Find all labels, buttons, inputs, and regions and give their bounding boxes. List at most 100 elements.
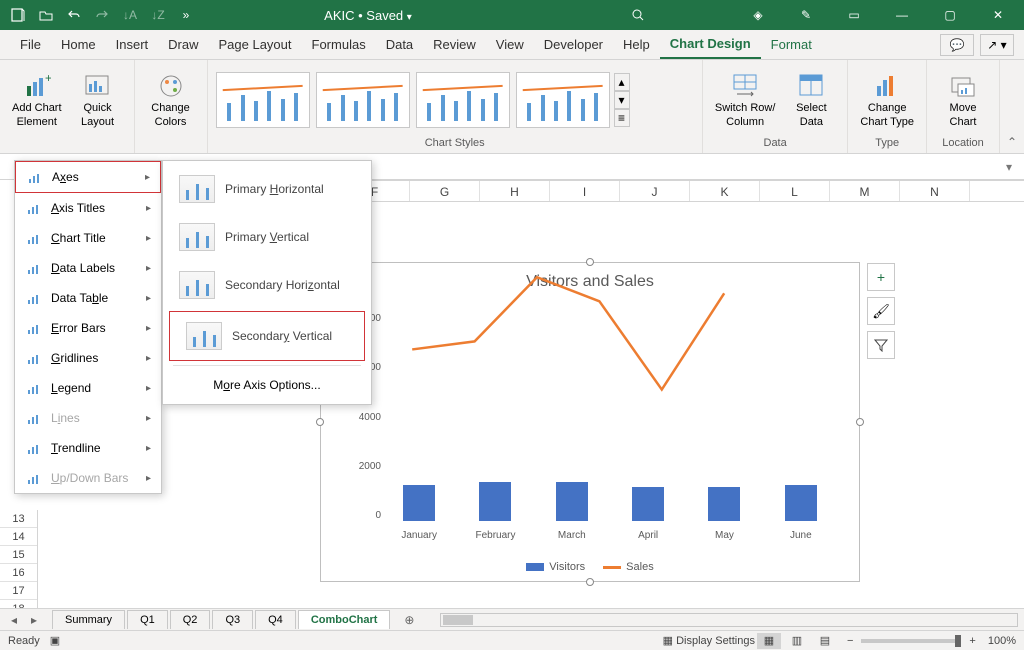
style-gallery-spinner[interactable]: ▴ ▾ ≡ — [614, 73, 630, 127]
switch-row-column-button[interactable]: Switch Row/ Column — [711, 68, 780, 130]
row-header-17[interactable]: 17 — [0, 582, 37, 600]
sheet-tab-q1[interactable]: Q1 — [127, 610, 168, 629]
quick-layout-button[interactable]: Quick Layout — [70, 68, 126, 130]
sheet-tab-combochart[interactable]: ComboChart — [298, 610, 391, 629]
row-header-15[interactable]: 15 — [0, 546, 37, 564]
redo-icon[interactable] — [90, 3, 114, 27]
menu-item-error-bars[interactable]: Error Bars▸ — [15, 313, 161, 343]
zoom-slider[interactable] — [861, 639, 961, 643]
chart-style-3[interactable] — [416, 72, 510, 128]
row-header-16[interactable]: 16 — [0, 564, 37, 582]
chart-styles-button[interactable]: 🖌 — [867, 297, 895, 325]
bar[interactable] — [556, 482, 588, 521]
formula-bar-expand-icon[interactable]: ▾ — [1002, 160, 1016, 174]
menu-item-legend[interactable]: Legend▸ — [15, 373, 161, 403]
sheet-nav-next-icon[interactable]: ▸ — [26, 612, 42, 628]
chart-elements-button[interactable]: + — [867, 263, 895, 291]
draw-mode-icon[interactable]: ✎ — [786, 3, 826, 27]
add-chart-element-button[interactable]: + Add Chart Element — [8, 68, 66, 130]
qat-overflow-icon[interactable]: » — [174, 3, 198, 27]
sheet-tab-q3[interactable]: Q3 — [212, 610, 253, 629]
menu-item-trendline[interactable]: Trendline▸ — [15, 433, 161, 463]
normal-view-button[interactable]: ▦ — [757, 633, 781, 649]
zoom-in-button[interactable]: + — [969, 635, 975, 647]
zoom-out-button[interactable]: − — [847, 635, 853, 647]
tab-insert[interactable]: Insert — [106, 31, 159, 58]
bar[interactable] — [403, 485, 435, 521]
new-sheet-button[interactable]: ⊕ — [398, 609, 420, 631]
premium-icon[interactable]: ◈ — [738, 3, 778, 27]
sheet-tab-summary[interactable]: Summary — [52, 610, 125, 629]
col-header-N[interactable]: N — [900, 181, 970, 201]
gallery-more-icon[interactable]: ≡ — [614, 109, 630, 127]
row-header-18[interactable]: 18 — [0, 600, 37, 608]
sort-desc-icon[interactable]: ↓Z — [146, 3, 170, 27]
tab-draw[interactable]: Draw — [158, 31, 208, 58]
zoom-level[interactable]: 100% — [988, 635, 1016, 647]
minimize-button[interactable]: — — [882, 3, 922, 27]
bar[interactable] — [479, 482, 511, 521]
tab-formulas[interactable]: Formulas — [302, 31, 376, 58]
change-chart-type-button[interactable]: Change Chart Type — [856, 68, 918, 130]
chart-style-2[interactable] — [316, 72, 410, 128]
chart-filters-button[interactable] — [867, 331, 895, 359]
menu-item-axis-titles[interactable]: Axis Titles▸ — [15, 193, 161, 223]
change-colors-button[interactable]: Change Colors — [143, 68, 199, 130]
gallery-up-icon[interactable]: ▴ — [614, 73, 630, 91]
chart-legend[interactable]: Visitors Sales — [321, 561, 859, 573]
bar[interactable] — [708, 487, 740, 521]
col-header-L[interactable]: L — [760, 181, 830, 201]
open-icon[interactable] — [34, 3, 58, 27]
col-header-G[interactable]: G — [410, 181, 480, 201]
maximize-button[interactable]: ▢ — [930, 3, 970, 27]
bar[interactable] — [632, 487, 664, 521]
horizontal-scrollbar[interactable] — [440, 613, 1018, 627]
sheet-tab-q4[interactable]: Q4 — [255, 610, 296, 629]
chart-style-gallery[interactable] — [216, 72, 610, 128]
plot-area[interactable] — [381, 313, 839, 521]
tab-data[interactable]: Data — [376, 31, 423, 58]
axes-option-secondary-horizontal[interactable]: Secondary Horizontal — [163, 261, 371, 309]
bar[interactable] — [785, 485, 817, 521]
menu-item-chart-title[interactable]: Chart Title▸ — [15, 223, 161, 253]
share-button[interactable]: ↗ ▾ — [980, 34, 1014, 56]
col-header-M[interactable]: M — [830, 181, 900, 201]
page-break-view-button[interactable]: ▤ — [813, 633, 837, 649]
chart-style-4[interactable] — [516, 72, 610, 128]
sheet-tab-q2[interactable]: Q2 — [170, 610, 211, 629]
menu-item-gridlines[interactable]: Gridlines▸ — [15, 343, 161, 373]
embedded-chart[interactable]: Visitors and Sales 80006000400020000 Jan… — [320, 262, 860, 582]
comments-button[interactable]: 💬 — [940, 34, 974, 56]
tab-format[interactable]: Format — [761, 31, 822, 58]
sort-asc-icon[interactable]: ↓A — [118, 3, 142, 27]
col-header-J[interactable]: J — [620, 181, 690, 201]
axes-option-primary-horizontal[interactable]: Primary Horizontal — [163, 165, 371, 213]
tab-home[interactable]: Home — [51, 31, 106, 58]
select-data-button[interactable]: Select Data — [783, 68, 839, 130]
ribbon-mode-icon[interactable]: ▭ — [834, 3, 874, 27]
axes-option-primary-vertical[interactable]: Primary Vertical — [163, 213, 371, 261]
undo-icon[interactable] — [62, 3, 86, 27]
tab-view[interactable]: View — [486, 31, 534, 58]
search-button[interactable] — [538, 7, 738, 23]
collapse-ribbon-icon[interactable]: ⌃ — [1007, 135, 1017, 149]
more-axis-options[interactable]: More Axis Options... — [163, 370, 371, 400]
tab-page-layout[interactable]: Page Layout — [209, 31, 302, 58]
close-button[interactable]: ✕ — [978, 3, 1018, 27]
chart-style-1[interactable] — [216, 72, 310, 128]
menu-item-axes[interactable]: Axes▸ — [15, 161, 161, 193]
macro-record-icon[interactable]: ▣ — [50, 634, 60, 647]
save-icon[interactable] — [6, 3, 30, 27]
axes-option-secondary-vertical[interactable]: Secondary Vertical — [169, 311, 365, 361]
page-layout-view-button[interactable]: ▥ — [785, 633, 809, 649]
col-header-I[interactable]: I — [550, 181, 620, 201]
row-header-14[interactable]: 14 — [0, 528, 37, 546]
tab-developer[interactable]: Developer — [534, 31, 613, 58]
tab-chart-design[interactable]: Chart Design — [660, 30, 761, 59]
col-header-H[interactable]: H — [480, 181, 550, 201]
sheet-nav-prev-icon[interactable]: ◂ — [6, 612, 22, 628]
col-header-K[interactable]: K — [690, 181, 760, 201]
tab-review[interactable]: Review — [423, 31, 486, 58]
tab-file[interactable]: File — [10, 31, 51, 58]
tab-help[interactable]: Help — [613, 31, 660, 58]
